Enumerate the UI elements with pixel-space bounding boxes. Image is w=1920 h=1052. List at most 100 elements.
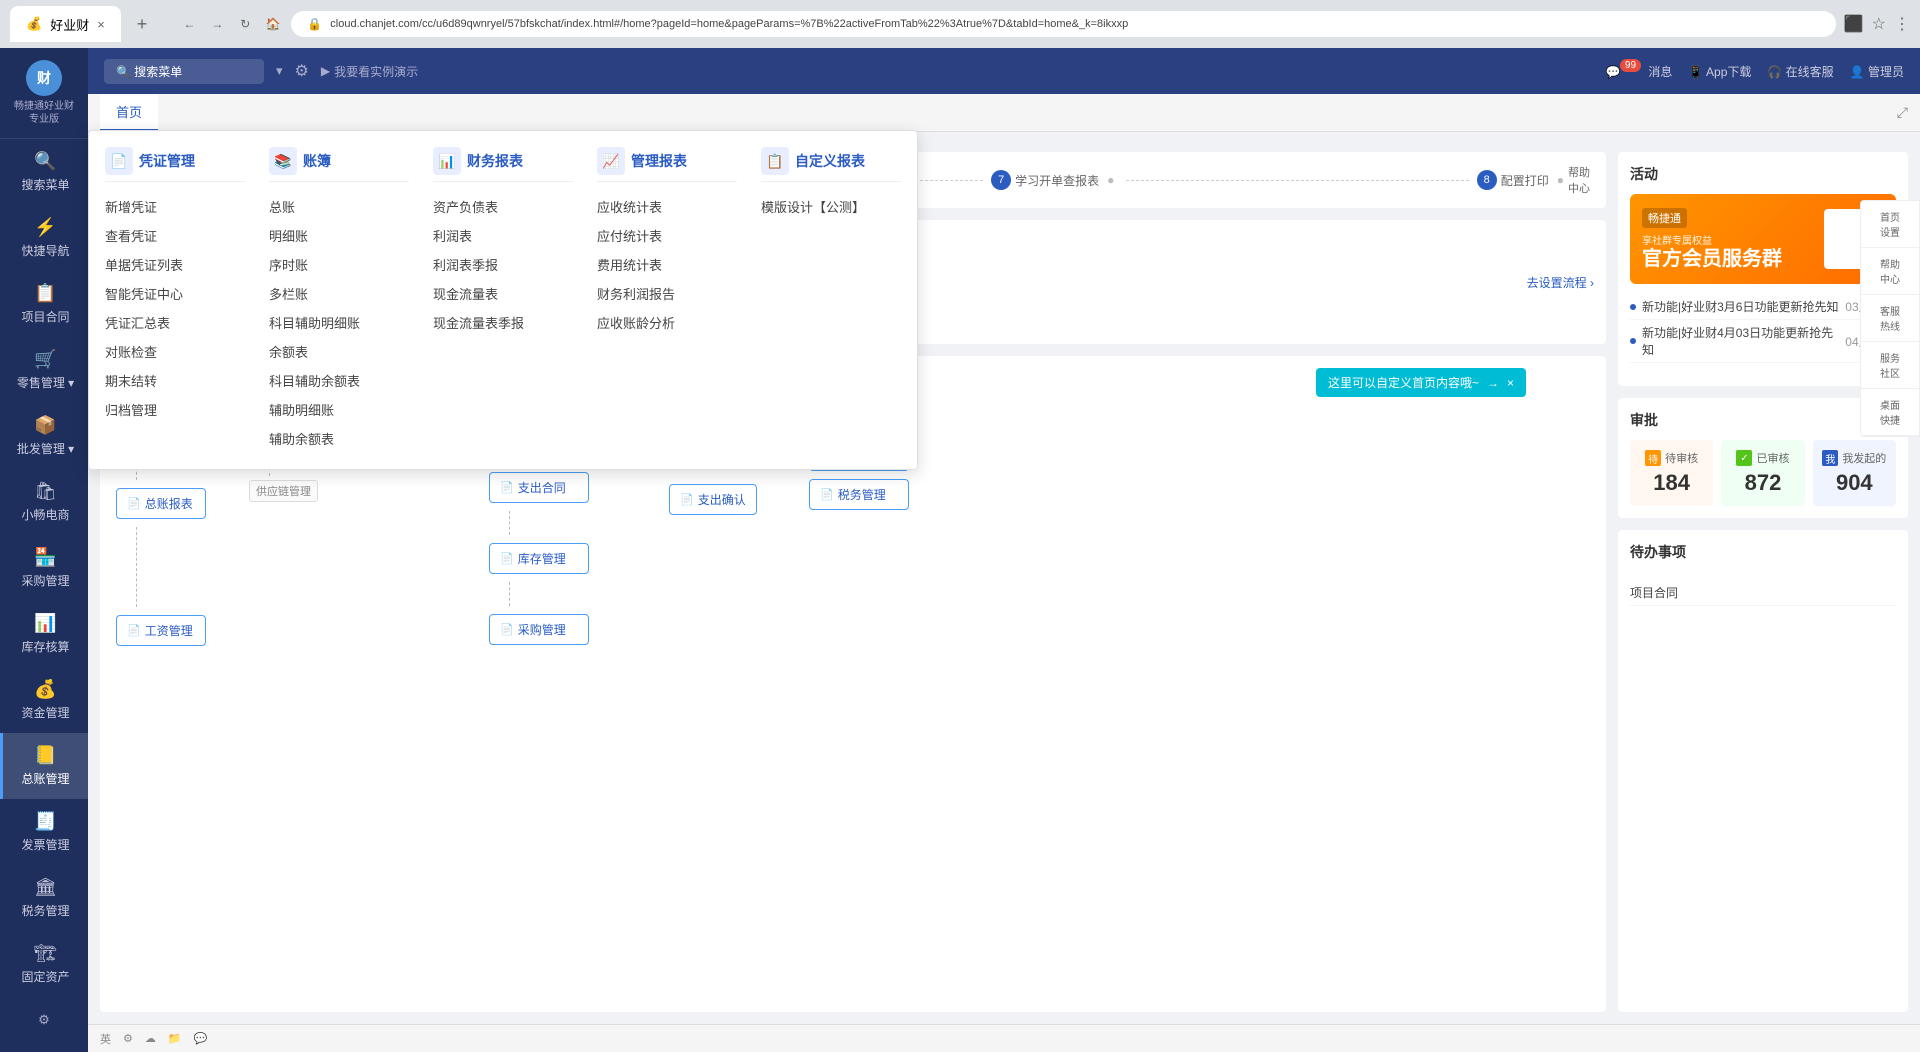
dropdown-item-multi-ledger[interactable]: 多栏账: [269, 279, 409, 308]
sidebar-item-ledger[interactable]: 📒 总账管理: [0, 733, 88, 799]
dropdown-item-profit[interactable]: 利润表: [433, 221, 573, 250]
tip-close-btn[interactable]: ×: [1507, 376, 1514, 390]
sidebar-item-assets[interactable]: 🏗 固定资产: [0, 931, 88, 988]
step-7: 7 学习开单查报表 ●: [991, 170, 1118, 190]
service-btn[interactable]: 🎧 在线客服: [1767, 63, 1833, 80]
dropdown-item-period-end[interactable]: 期末结转: [105, 366, 245, 395]
avatar-icon: 👤: [1850, 65, 1865, 79]
app-download-btn[interactable]: 📱 App下载: [1688, 63, 1751, 80]
sidebar-item-fund[interactable]: 💰 资金管理: [0, 667, 88, 733]
status-lang[interactable]: 英: [100, 1031, 111, 1047]
sidebar-item-invoice[interactable]: 🧾 发票管理: [0, 799, 88, 865]
approval-card-approved[interactable]: ✓ 已审核 872: [1721, 440, 1804, 506]
dropdown-item-archive[interactable]: 归档管理: [105, 395, 245, 424]
address-bar[interactable]: 🔒 cloud.chanjet.com/cc/u6d89qwnryel/57bf…: [291, 11, 1835, 37]
sidebar-item-label: 项目合同: [7, 308, 84, 325]
sidebar-settings-btn[interactable]: ⚙: [34, 1000, 54, 1040]
top-search-input[interactable]: 🔍 搜索菜单: [104, 59, 264, 84]
dropdown-item-cashflow-quarterly[interactable]: 现金流量表季报: [433, 308, 573, 337]
approval-card-pending[interactable]: 待 待审核 184: [1630, 440, 1713, 506]
sidebar-item-wholesale[interactable]: 📦 批发管理 ▾: [0, 403, 88, 469]
todo-item-1[interactable]: 项目合同: [1630, 580, 1896, 606]
dropdown-col-management: 📈 管理报表 应收统计表 应付统计表 费用统计表 财务利润报告 应收账龄分析: [597, 147, 737, 453]
star-icon[interactable]: ☆: [1872, 14, 1886, 34]
status-cloud-icon[interactable]: ☁: [145, 1032, 156, 1045]
home-btn[interactable]: 🏠: [263, 14, 283, 34]
tab-home[interactable]: 首页: [100, 94, 158, 131]
demo-link[interactable]: ▶ 我要看实例演示: [321, 63, 418, 80]
ledger-header-icon: 📚: [269, 147, 297, 175]
right-link-community[interactable]: 服务社区: [1861, 342, 1919, 389]
sidebar-item-retail[interactable]: 🛒 零售管理 ▾: [0, 337, 88, 403]
dropdown-item-profit-quarterly[interactable]: 利润表季报: [433, 250, 573, 279]
dropdown-item-view-voucher[interactable]: 查看凭证: [105, 221, 245, 250]
wf-box-purchase-mgmt[interactable]: 📄 采购管理: [489, 614, 589, 645]
dropdown-item-seq-ledger[interactable]: 序时账: [269, 250, 409, 279]
wf-box-inventory-mgmt[interactable]: 📄 库存管理: [489, 543, 589, 574]
status-folder-icon[interactable]: 📁: [168, 1032, 182, 1045]
dropdown-item-reconcile[interactable]: 对账检查: [105, 337, 245, 366]
dropdown-item-profit-report[interactable]: 财务利润报告: [597, 279, 737, 308]
todo-title: 待办事项: [1630, 542, 1686, 562]
wholesale-icon: 📦: [7, 415, 84, 436]
approval-pending-label: 待 待审核: [1638, 450, 1705, 466]
expand-icon[interactable]: ⤢: [1897, 104, 1908, 121]
dropdown-item-general-ledger[interactable]: 总账: [269, 192, 409, 221]
tab-close-btn[interactable]: ×: [97, 17, 105, 32]
dropdown-item-template-design[interactable]: 模版设计【公测】: [761, 192, 901, 221]
browser-tab[interactable]: 💰 好业财 ×: [10, 6, 121, 42]
dropdown-item-cashflow[interactable]: 现金流量表: [433, 279, 573, 308]
dropdown-item-balance-sheet[interactable]: 资产负债表: [433, 192, 573, 221]
nav-icon: ⚡: [7, 217, 84, 238]
sidebar-item-ecommerce[interactable]: 🛍 小畅电商: [0, 469, 88, 535]
dropdown-item-expense[interactable]: 费用统计表: [597, 250, 737, 279]
sidebar-item-purchase[interactable]: 🏪 采购管理: [0, 535, 88, 601]
reload-btn[interactable]: ↻: [235, 14, 255, 34]
settings-icon[interactable]: ⚙: [295, 61, 309, 81]
cast-icon[interactable]: ⬛: [1844, 14, 1864, 34]
status-chat-icon[interactable]: 💬: [194, 1032, 208, 1045]
dropdown-item-new-voucher[interactable]: 新增凭证: [105, 192, 245, 221]
sidebar-item-inventory[interactable]: 📊 库存核算: [0, 601, 88, 667]
message-btn[interactable]: 💬 99 消息: [1606, 63, 1673, 80]
right-link-home-settings[interactable]: 首页设置: [1861, 201, 1919, 248]
dropdown-item-aux-balance[interactable]: 辅助余额表: [269, 424, 409, 453]
news-item-2[interactable]: 新功能|好业财4月03日功能更新抢先知 04月03日: [1630, 320, 1896, 363]
right-link-desktop[interactable]: 桌面快捷: [1861, 389, 1919, 436]
sidebar-item-nav[interactable]: ⚡ 快捷导航: [0, 205, 88, 271]
dropdown-item-smart-voucher[interactable]: 智能凭证中心: [105, 279, 245, 308]
new-tab-btn[interactable]: +: [129, 6, 156, 43]
dropdown-item-detail-ledger[interactable]: 明细账: [269, 221, 409, 250]
dropdown-item-receivable[interactable]: 应收统计表: [597, 192, 737, 221]
news-item-1[interactable]: 新功能|好业财3月6日功能更新抢先知 03月06日: [1630, 294, 1896, 320]
wf-box-expense-contract[interactable]: 📄 支出合同: [489, 472, 589, 503]
menu-icon[interactable]: ⋮: [1894, 14, 1910, 34]
dropdown-item-payable[interactable]: 应付统计表: [597, 221, 737, 250]
wf-box-salary-mgmt[interactable]: 📄 工资管理: [116, 615, 206, 646]
wf-box-tax-mgmt[interactable]: 📄 税务管理: [809, 479, 909, 510]
back-btn[interactable]: ←: [179, 14, 199, 34]
dropdown-item-balance[interactable]: 余额表: [269, 337, 409, 366]
approval-card-initiated[interactable]: 我 我发起的 904: [1813, 440, 1896, 506]
setup-flow-link[interactable]: 去设置流程 ›: [1527, 274, 1594, 291]
main-content: 🔍 搜索菜单 ▾ ⚙ ▶ 我要看实例演示 💬 99 消息 📱 App下载: [88, 48, 1920, 1052]
sidebar-item-label: 采购管理: [7, 572, 84, 589]
right-link-help[interactable]: 帮助中心: [1861, 248, 1919, 295]
right-link-service[interactable]: 客服热线: [1861, 295, 1919, 342]
dropdown-item-aging[interactable]: 应收账龄分析: [597, 308, 737, 337]
top-bar-right: 💬 99 消息 📱 App下载 🎧 在线客服 👤 管理员: [1606, 63, 1904, 80]
sidebar-item-tax[interactable]: 🏛 税务管理: [0, 865, 88, 931]
wf-box-ledger-report[interactable]: 📄 总账报表: [116, 488, 206, 519]
help-center[interactable]: 帮助中心: [1568, 164, 1590, 196]
user-avatar[interactable]: 👤 管理员: [1850, 63, 1904, 80]
sidebar-item-search[interactable]: 🔍 搜索菜单: [0, 139, 88, 205]
dropdown-item-subject-detail[interactable]: 科目辅助明细账: [269, 308, 409, 337]
status-settings-icon[interactable]: ⚙: [123, 1032, 133, 1045]
dropdown-item-voucher-list[interactable]: 单据凭证列表: [105, 250, 245, 279]
dropdown-item-subject-balance[interactable]: 科目辅助余额表: [269, 366, 409, 395]
wf-box-expense-confirm[interactable]: 📄 支出确认: [669, 484, 757, 515]
sidebar-item-project[interactable]: 📋 项目合同: [0, 271, 88, 337]
dropdown-item-aux-detail[interactable]: 辅助明细账: [269, 395, 409, 424]
forward-btn[interactable]: →: [207, 14, 227, 34]
dropdown-item-voucher-summary[interactable]: 凭证汇总表: [105, 308, 245, 337]
